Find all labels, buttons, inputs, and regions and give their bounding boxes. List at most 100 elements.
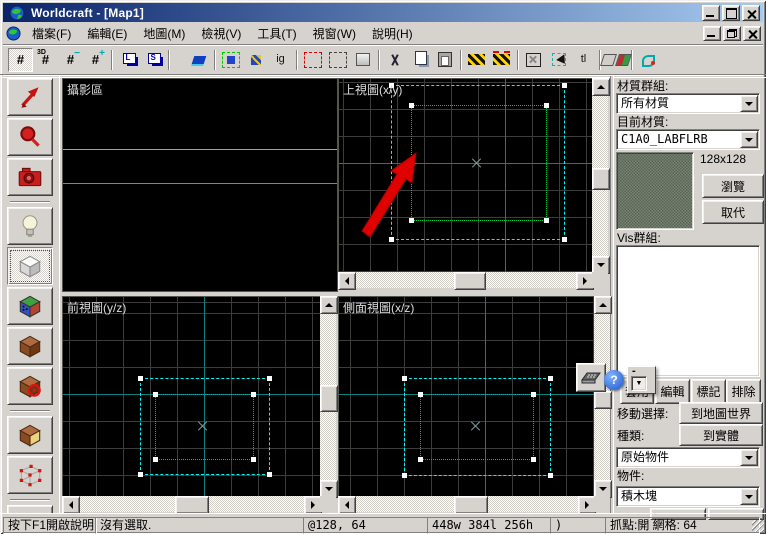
- maximize-button[interactable]: [722, 5, 740, 21]
- texture-group-combobox[interactable]: 所有材質: [616, 93, 760, 114]
- texture-target-tool-button[interactable]: [6, 367, 53, 405]
- copy-button[interactable]: [407, 48, 432, 72]
- grid-smaller-button[interactable]: [58, 48, 83, 72]
- hide-unselected-button[interactable]: [325, 48, 350, 72]
- close-button[interactable]: [742, 5, 760, 21]
- cut-button[interactable]: [382, 48, 407, 72]
- to-entity-button[interactable]: 到實體: [679, 424, 763, 446]
- resize-handle[interactable]: [267, 376, 272, 381]
- resize-handle[interactable]: [251, 392, 256, 397]
- replace-button[interactable]: 取代: [702, 200, 764, 224]
- resize-handle[interactable]: [548, 376, 553, 381]
- block-tool-button[interactable]: [6, 247, 53, 285]
- resize-handle[interactable]: [409, 103, 414, 108]
- carve-button[interactable]: [599, 48, 632, 72]
- scroll-thumb[interactable]: [454, 272, 486, 290]
- ignore-groups-button[interactable]: ig: [268, 48, 293, 72]
- scroll-thumb[interactable]: [454, 496, 488, 514]
- popup-dropdown-arrow[interactable]: ▼: [631, 376, 647, 391]
- visgroup-exclude-button[interactable]: 排除: [726, 379, 761, 404]
- scroll-thumb[interactable]: [592, 168, 610, 190]
- grid-larger-button[interactable]: [83, 48, 108, 72]
- map-operations-button[interactable]: [186, 48, 211, 72]
- help-icon[interactable]: ?: [604, 370, 624, 390]
- cordon-edit-button[interactable]: [489, 48, 514, 72]
- vertex-tool-button[interactable]: [6, 456, 53, 494]
- chevron-down-icon[interactable]: [740, 449, 758, 466]
- front-viewport[interactable]: 前視圖(y/z): [62, 296, 322, 498]
- ungroup-button[interactable]: [243, 48, 268, 72]
- group-button[interactable]: [218, 48, 243, 72]
- scroll-up-button[interactable]: [320, 296, 338, 314]
- resize-handle[interactable]: [138, 376, 143, 381]
- resize-handle[interactable]: [548, 473, 553, 478]
- camera-viewport[interactable]: 攝影區: [62, 78, 338, 292]
- mdi-close-button[interactable]: [743, 26, 761, 41]
- menu-edit[interactable]: 編輯(E): [79, 22, 135, 45]
- mini-popup[interactable]: - ▼: [627, 365, 656, 394]
- chevron-down-icon[interactable]: [740, 131, 758, 148]
- category-combobox[interactable]: 原始物件: [616, 447, 760, 468]
- menu-view[interactable]: 檢視(V): [193, 22, 249, 45]
- chevron-down-icon[interactable]: [740, 488, 758, 505]
- resize-grip[interactable]: [752, 520, 764, 532]
- map-document-icon[interactable]: [6, 25, 22, 42]
- resize-handle[interactable]: [562, 237, 567, 242]
- grid-toggle-button[interactable]: [8, 47, 33, 72]
- resize-handle[interactable]: [267, 472, 272, 477]
- morph-button[interactable]: [635, 48, 660, 72]
- browse-button[interactable]: 瀏覽: [702, 174, 764, 198]
- cascade-large-button[interactable]: [115, 48, 140, 72]
- scroll-left-button[interactable]: [62, 496, 80, 514]
- show-all-button[interactable]: [350, 48, 375, 72]
- resize-handle[interactable]: [418, 392, 423, 397]
- side-viewport[interactable]: 側面視圖(x/z): [338, 296, 596, 498]
- menu-file[interactable]: 檔案(F): [24, 22, 79, 45]
- resize-handle[interactable]: [251, 457, 256, 462]
- entity-tool-button[interactable]: [6, 207, 53, 245]
- select-box-button[interactable]: [521, 48, 546, 72]
- menu-map[interactable]: 地圖(M): [135, 22, 193, 45]
- scroll-left-button[interactable]: [338, 272, 356, 290]
- cordon-button[interactable]: [464, 48, 489, 72]
- resize-handle[interactable]: [418, 457, 423, 462]
- resize-handle[interactable]: [544, 103, 549, 108]
- minimize-button[interactable]: [702, 5, 720, 21]
- menu-window[interactable]: 視窗(W): [305, 22, 364, 45]
- paste-button[interactable]: [432, 48, 457, 72]
- current-texture-combobox[interactable]: C1A0_LABFLRB: [616, 129, 760, 150]
- apply-decal-tool-button[interactable]: [6, 327, 53, 365]
- hide-selected-button[interactable]: [300, 48, 325, 72]
- resize-handle[interactable]: [402, 376, 407, 381]
- to-world-button[interactable]: 到地圖世界: [679, 402, 763, 424]
- mdi-minimize-button[interactable]: [703, 26, 721, 41]
- resize-handle[interactable]: [138, 472, 143, 477]
- visgroup-edit-button[interactable]: 編輯: [655, 379, 690, 404]
- apply-texture-tool-button[interactable]: [6, 287, 53, 325]
- select-pointer-button[interactable]: [546, 48, 571, 72]
- visgroup-listbox[interactable]: [616, 245, 760, 377]
- mdi-restore-button[interactable]: [723, 26, 741, 41]
- resize-handle[interactable]: [544, 218, 549, 223]
- keyboard-overlay-button[interactable]: [576, 363, 606, 392]
- resize-handle[interactable]: [153, 392, 158, 397]
- resize-handle[interactable]: [531, 457, 536, 462]
- resize-handle[interactable]: [531, 392, 536, 397]
- chevron-down-icon[interactable]: [740, 95, 758, 112]
- visgroup-mark-button[interactable]: 標記: [691, 379, 726, 404]
- menu-tools[interactable]: 工具(T): [249, 22, 304, 45]
- menu-help[interactable]: 說明(H): [364, 22, 421, 45]
- object-combobox[interactable]: 積木塊: [616, 486, 760, 507]
- scroll-thumb[interactable]: [175, 496, 209, 514]
- resize-handle[interactable]: [402, 473, 407, 478]
- scroll-left-button[interactable]: [338, 496, 356, 514]
- texture-lock-button[interactable]: tl: [571, 48, 596, 72]
- scroll-thumb[interactable]: [320, 385, 338, 412]
- grid-3d-button[interactable]: [33, 48, 58, 72]
- resize-handle[interactable]: [153, 457, 158, 462]
- scroll-up-button[interactable]: [592, 78, 610, 96]
- zoom-tool-button[interactable]: [6, 118, 53, 156]
- top-viewport[interactable]: 上視圖(x/y): [338, 78, 594, 274]
- face-texture-tool-button[interactable]: [6, 416, 53, 454]
- selection-tool-button[interactable]: [6, 78, 53, 116]
